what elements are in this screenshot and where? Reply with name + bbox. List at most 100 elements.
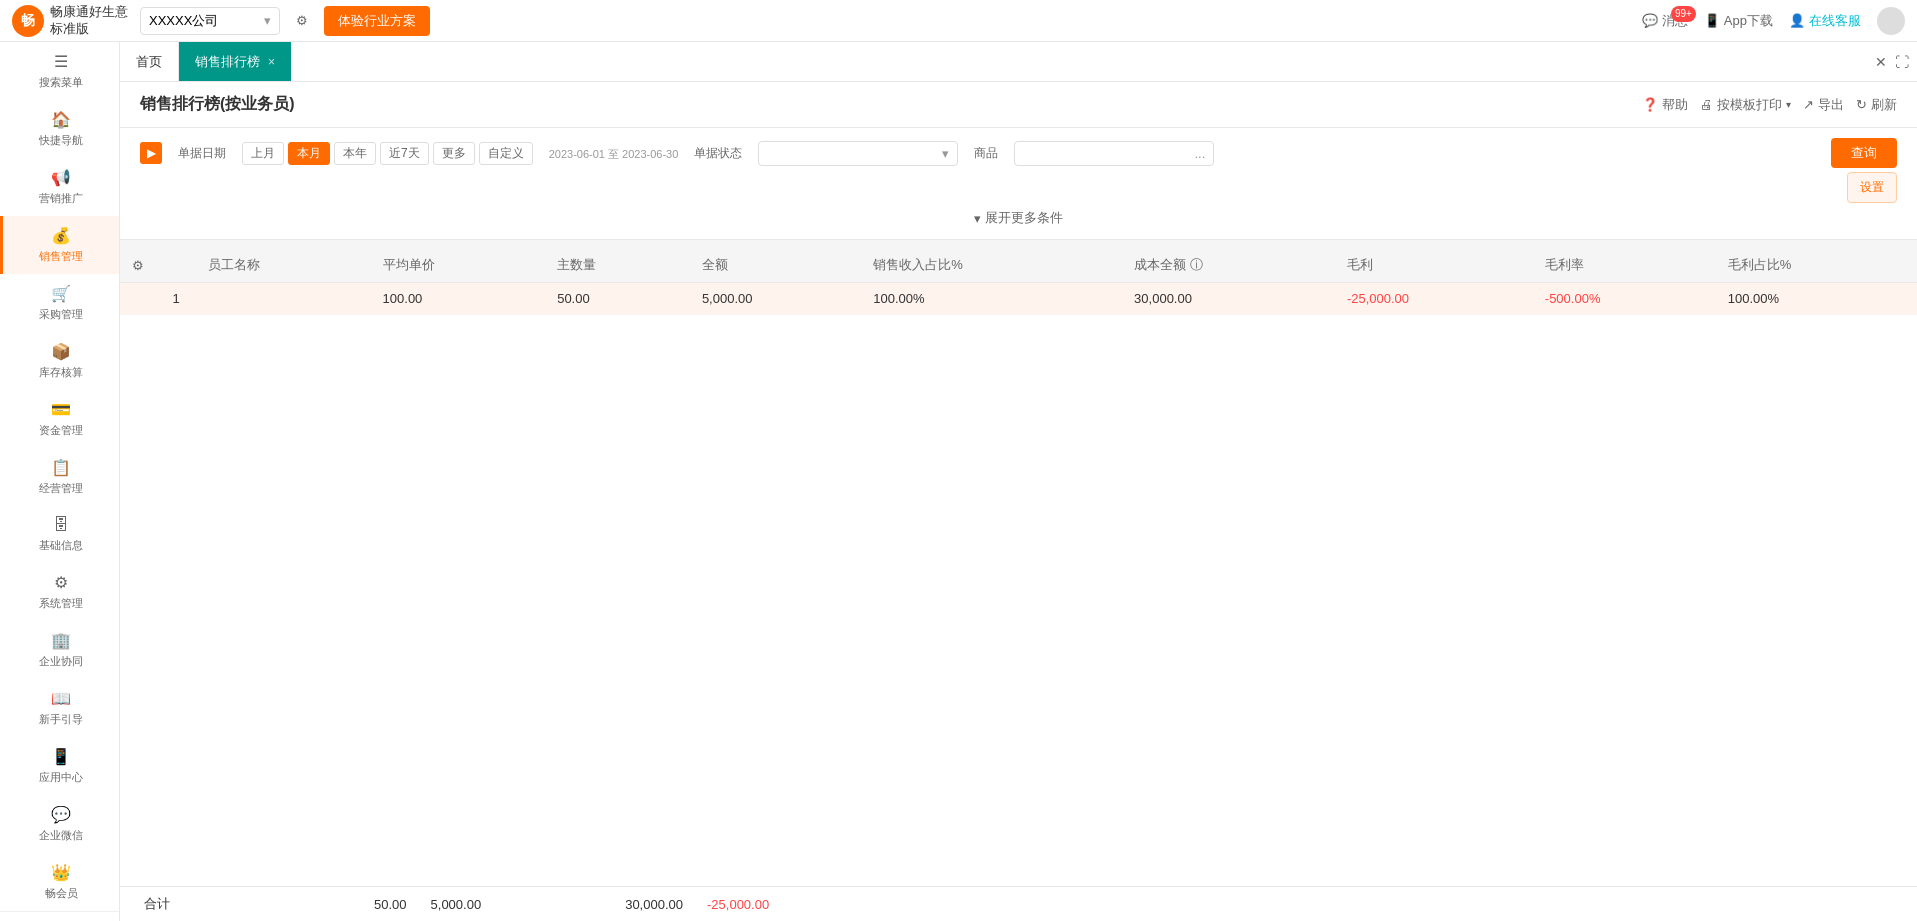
maximize-window-button[interactable]: ⛶ (1895, 54, 1909, 70)
tab-right-controls: ✕ ⛶ (1875, 54, 1917, 70)
period-buttons: 上月 本月 本年 近7天 更多 自定义 (242, 142, 533, 165)
main-layout: ☰ 搜索菜单 🏠 快捷导航 📢 营销推广 💰 销售管理 🛒 采购管理 📦 库存核… (0, 42, 1917, 921)
appcenter-icon: 📱 (51, 747, 71, 766)
wechat-icon: 💬 (51, 805, 71, 824)
export-button[interactable]: ↗ 导出 (1803, 96, 1844, 114)
ops-icon: 📋 (51, 458, 71, 477)
filter-bar: ▶ 单据日期 上月 本月 本年 近7天 更多 自定义 2023-06-01 至 … (120, 128, 1917, 240)
period-custom[interactable]: 自定义 (479, 142, 533, 165)
status-select[interactable]: ▾ (758, 141, 958, 166)
sales-icon: 💰 (51, 226, 71, 245)
app-icon: 📱 (1704, 13, 1720, 28)
filter-settings-button[interactable]: 设置 (1847, 172, 1897, 203)
message-icon: 💬 (1642, 13, 1658, 28)
sidebar-item-capital-mgmt[interactable]: 💳 资金管理 (0, 390, 119, 448)
sidebar-item-app-center[interactable]: 📱 应用中心 (0, 737, 119, 795)
row-amount: 5,000.00 (690, 283, 861, 315)
period-this-month[interactable]: 本月 (288, 142, 330, 165)
member-icon: 👑 (51, 863, 71, 882)
refresh-button[interactable]: ↻ 刷新 (1856, 96, 1897, 114)
help-button[interactable]: ❓ 帮助 (1642, 96, 1688, 114)
print-button[interactable]: 🖨 按模板打印 ▾ (1700, 96, 1791, 114)
topbar-settings-button[interactable]: ⚙ (288, 7, 316, 35)
print-icon: 🖨 (1700, 97, 1713, 112)
guide-icon: 📖 (51, 689, 71, 708)
sidebar-item-basic-info[interactable]: 🗄 基础信息 (0, 506, 119, 563)
row-gross-margin: -500.00% (1533, 283, 1716, 315)
page-actions: ❓ 帮助 🖨 按模板打印 ▾ ↗ 导出 ↻ 刷新 (1642, 96, 1897, 114)
message-button[interactable]: 💬 消息 99+ (1642, 12, 1688, 30)
period-last-month[interactable]: 上月 (242, 142, 284, 165)
sidebar-item-purchase-mgmt[interactable]: 🛒 采购管理 (0, 274, 119, 332)
expand-icon: ▾ (974, 211, 981, 226)
capital-icon: 💳 (51, 400, 71, 419)
expand-conditions-button[interactable]: ▾ 展开更多条件 (974, 209, 1063, 227)
footer-cost-amount: 30,000.00 (613, 897, 695, 912)
status-label: 单据状态 (694, 145, 742, 162)
sidebar-bottom: ⚙ ◁▷ (0, 911, 119, 921)
period-7days[interactable]: 近7天 (380, 142, 429, 165)
top-bar-right: 💬 消息 99+ 📱 App下载 👤 在线客服 (1642, 7, 1905, 35)
col-sales-pct: 销售收入占比% (861, 248, 1122, 283)
sidebar-item-member[interactable]: 👑 畅会员 (0, 853, 119, 911)
sidebar-item-sys-mgmt[interactable]: ⚙ 系统管理 (0, 563, 119, 621)
sidebar-item-quick-nav[interactable]: 🏠 快捷导航 (0, 100, 119, 158)
sidebar-item-sales-mgmt[interactable]: 💰 销售管理 (0, 216, 119, 274)
logo-icon: 畅 (12, 5, 44, 37)
sales-ranking-table: ⚙ 员工名称 平均单价 主数量 全额 销售收入占比% 成本全额 ⓘ 毛利 毛利率… (120, 248, 1917, 315)
col-gross-margin: 毛利率 (1533, 248, 1716, 283)
filter-row-1: ▶ 单据日期 上月 本月 本年 近7天 更多 自定义 2023-06-01 至 … (140, 138, 1897, 168)
filter-arrow-button[interactable]: ▶ (140, 142, 162, 164)
purchase-icon: 🛒 (51, 284, 71, 303)
period-more[interactable]: 更多 (433, 142, 475, 165)
row-settings-cell (120, 283, 156, 315)
sidebar-item-inventory[interactable]: 📦 库存核算 (0, 332, 119, 390)
row-gross-profit: -25,000.00 (1335, 283, 1533, 315)
sidebar-item-ops-mgmt[interactable]: 📋 经营管理 (0, 448, 119, 506)
row-cost-amount: 30,000.00 (1122, 283, 1335, 315)
row-main-qty: 50.00 (545, 283, 690, 315)
home-icon: 🏠 (51, 110, 71, 129)
period-this-year[interactable]: 本年 (334, 142, 376, 165)
product-more-icon[interactable]: ... (1195, 146, 1206, 161)
app-download-button[interactable]: 📱 App下载 (1704, 12, 1773, 30)
marketing-icon: 📢 (51, 168, 71, 187)
export-icon: ↗ (1803, 97, 1814, 112)
footer-main-qty: 50.00 (362, 897, 419, 912)
col-settings[interactable]: ⚙ (120, 248, 156, 283)
page-header: 销售排行榜(按业务员) ❓ 帮助 🖨 按模板打印 ▾ ↗ 导出 (120, 82, 1917, 128)
sys-icon: ⚙ (54, 573, 68, 592)
close-window-button[interactable]: ✕ (1875, 54, 1887, 70)
table-footer: 合计 50.00 5,000.00 30,000.00 -25,000.00 (120, 886, 1917, 921)
col-avg-price: 平均单价 (371, 248, 546, 283)
row-avg-price: 100.00 (371, 283, 546, 315)
service-icon: 👤 (1789, 13, 1805, 28)
logo-text: 畅康通好生意 标准版 (50, 4, 128, 38)
sidebar-item-enterprise-wechat[interactable]: 💬 企业微信 (0, 795, 119, 853)
query-button[interactable]: 查询 (1831, 138, 1897, 168)
top-bar: 畅 畅康通好生意 标准版 XXXXX公司 ▾ ⚙ 体验行业方案 💬 消息 99+… (0, 0, 1917, 42)
product-input[interactable]: ... (1014, 141, 1214, 166)
row-sales-pct: 100.00% (861, 283, 1122, 315)
chevron-down-icon: ▾ (264, 13, 271, 28)
col-main-qty: 主数量 (545, 248, 690, 283)
online-service-button[interactable]: 👤 在线客服 (1789, 12, 1861, 30)
date-label: 单据日期 (178, 145, 226, 162)
sidebar-item-enterprise-collab[interactable]: 🏢 企业协同 (0, 621, 119, 679)
avatar[interactable] (1877, 7, 1905, 35)
company-name: XXXXX公司 (149, 12, 218, 30)
sidebar-item-new-guide[interactable]: 📖 新手引导 (0, 679, 119, 737)
sidebar-item-search-order[interactable]: ☰ 搜索菜单 (0, 42, 119, 100)
col-gross-profit: 毛利 (1335, 248, 1533, 283)
row-rank: 1 (156, 283, 196, 315)
tab-sales-ranking[interactable]: 销售排行榜 × (179, 42, 291, 81)
trial-btn[interactable]: 体验行业方案 (324, 6, 430, 36)
table-header-row: ⚙ 员工名称 平均单价 主数量 全额 销售收入占比% 成本全额 ⓘ 毛利 毛利率… (120, 248, 1917, 283)
sidebar-item-marketing[interactable]: 📢 营销推广 (0, 158, 119, 216)
footer-amount: 5,000.00 (419, 897, 494, 912)
logo-area: 畅 畅康通好生意 标准版 (12, 4, 132, 38)
tab-home[interactable]: 首页 (120, 42, 179, 81)
content-area: 首页 销售排行榜 × ✕ ⛶ 销售排行榜(按业务员) ❓ 帮助 (120, 42, 1917, 921)
tab-close-button[interactable]: × (268, 55, 275, 69)
company-selector[interactable]: XXXXX公司 ▾ (140, 7, 280, 35)
